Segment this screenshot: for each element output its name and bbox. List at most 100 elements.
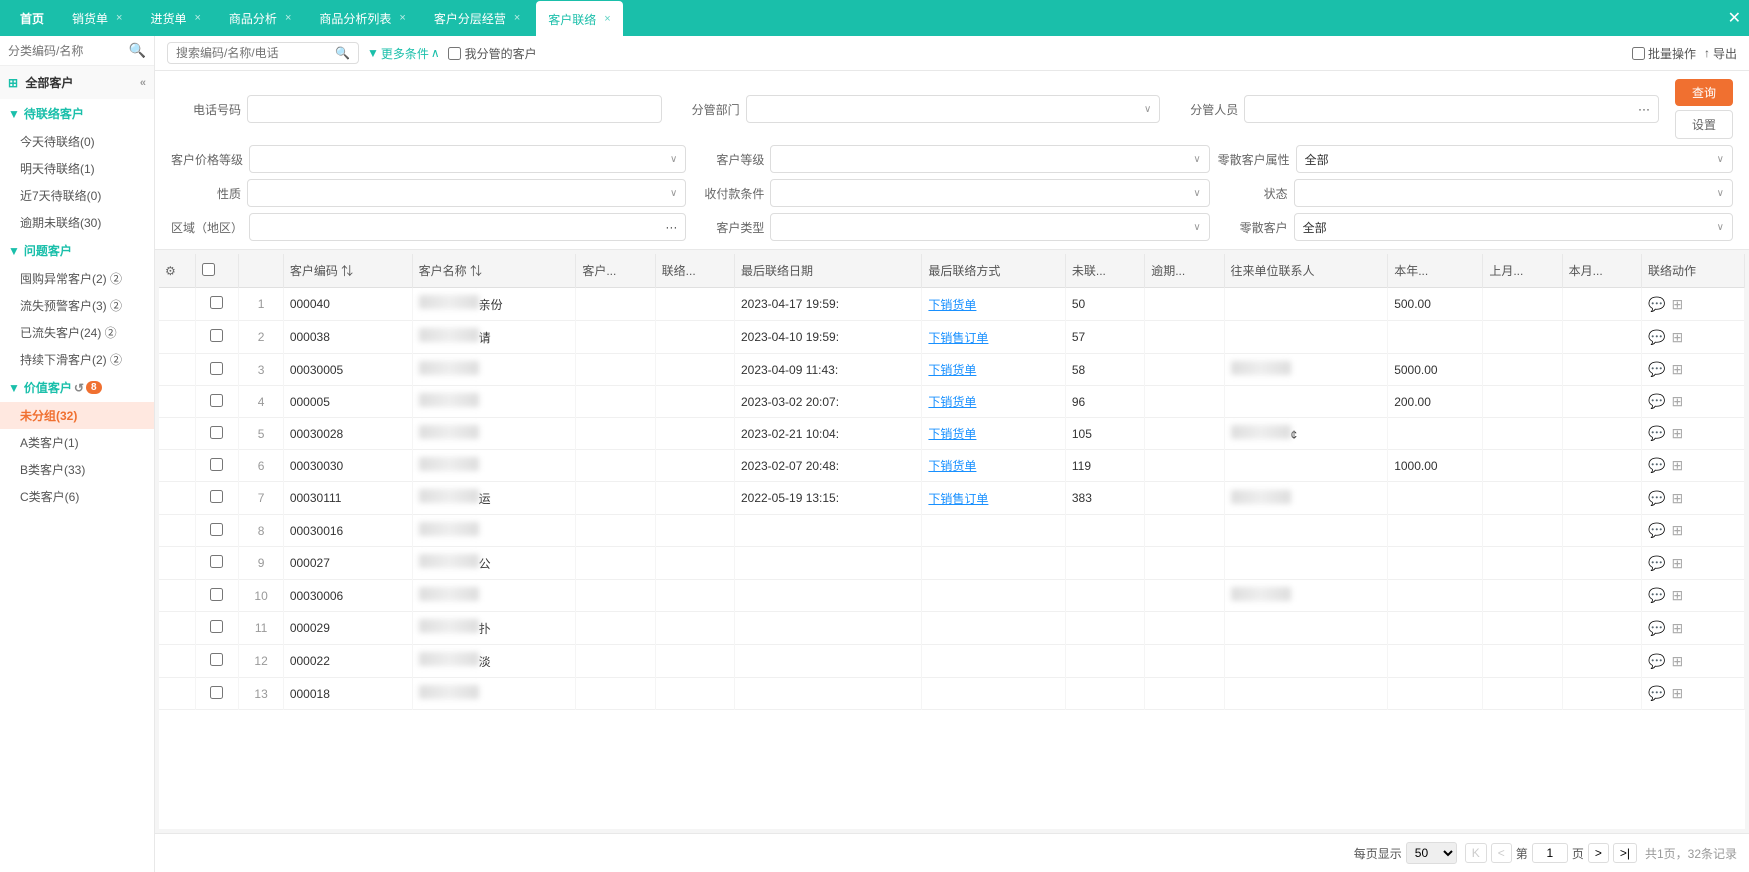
row-checkbox[interactable] (210, 329, 223, 342)
price-level-input[interactable]: ∨ (249, 145, 686, 173)
chat-icon[interactable]: 💬 (1648, 361, 1665, 378)
row-checkbox[interactable] (210, 686, 223, 699)
close-sales-icon[interactable]: × (116, 12, 122, 24)
page-size-select[interactable]: 50 100 (1406, 842, 1457, 864)
sidebar-item-overdue[interactable]: 逾期未联络(30) (0, 209, 154, 236)
customer-level-input[interactable]: ∨ (770, 145, 1209, 173)
row-checkbox[interactable] (210, 523, 223, 536)
chat-icon[interactable]: 💬 (1648, 329, 1665, 346)
last-contact-method[interactable]: 下销货单 (922, 418, 1065, 450)
sidebar-item-declining[interactable]: 持续下滑客户(2) ② (0, 346, 154, 373)
row-checkbox[interactable] (210, 394, 223, 407)
last-method-link[interactable]: 下销货单 (928, 459, 976, 473)
type-th[interactable]: 客户... (576, 254, 655, 288)
reset-button[interactable]: 设置 (1675, 110, 1733, 139)
prev-page-button[interactable]: < (1491, 843, 1512, 863)
grid-action-icon[interactable]: ⊞ (1671, 522, 1683, 539)
last-contact-method[interactable]: 下销货单 (922, 450, 1065, 482)
close-window-icon[interactable]: ✕ (1728, 8, 1741, 28)
grid-action-icon[interactable]: ⊞ (1671, 587, 1683, 604)
all-customers-header[interactable]: ⊞ 全部客户 « (0, 66, 154, 99)
row-checkbox[interactable] (210, 490, 223, 503)
chat-icon[interactable]: 💬 (1648, 555, 1665, 572)
close-customer-tier-icon[interactable]: × (514, 12, 520, 24)
nav-customer-tier[interactable]: 客户分层经营 × (422, 0, 532, 36)
chat-icon[interactable]: 💬 (1648, 620, 1665, 637)
not-contacted-th[interactable]: 未联... (1065, 254, 1144, 288)
code-th[interactable]: 客户编码 ⇅ (283, 254, 412, 288)
chat-icon[interactable]: 💬 (1648, 685, 1665, 702)
mine-checkbox[interactable] (448, 47, 461, 60)
row-checkbox[interactable] (210, 588, 223, 601)
row-checkbox[interactable] (210, 653, 223, 666)
mine-filter[interactable]: 我分管的客户 (448, 45, 537, 62)
refresh-icon[interactable]: ↺ (74, 381, 84, 395)
page-number-input[interactable] (1532, 843, 1568, 863)
sidebar-item-lost[interactable]: 已流失客户(24) ② (0, 319, 154, 346)
close-purchase-icon[interactable]: × (194, 12, 200, 24)
sidebar-pending-section[interactable]: ▼ 待联络客户 (0, 99, 154, 128)
grid-action-icon[interactable]: ⊞ (1671, 329, 1683, 346)
nav-purchase[interactable]: 进货单 × (138, 0, 212, 36)
region-input[interactable]: ··· (249, 213, 686, 241)
grid-action-icon[interactable]: ⊞ (1671, 620, 1683, 637)
grid-action-icon[interactable]: ⊞ (1671, 296, 1683, 313)
chat-icon[interactable]: 💬 (1648, 457, 1665, 474)
batch-op-button[interactable]: 批量操作 (1632, 45, 1696, 62)
sidebar-item-warning[interactable]: 流失预警客户(3) ② (0, 292, 154, 319)
last-contact-method[interactable]: 下销售订单 (922, 482, 1065, 515)
row-checkbox[interactable] (210, 296, 223, 309)
last-month-th[interactable]: 上月... (1483, 254, 1562, 288)
last-method-link[interactable]: 下销货单 (928, 298, 976, 312)
grid-action-icon[interactable]: ⊞ (1671, 685, 1683, 702)
settings-th[interactable]: ⚙ (159, 254, 195, 288)
overdue-th[interactable]: 逾期... (1145, 254, 1224, 288)
this-month-th[interactable]: 本月... (1562, 254, 1641, 288)
select-all-checkbox[interactable] (202, 263, 215, 276)
sidebar-collapse-icon[interactable]: « (140, 77, 146, 89)
first-page-button[interactable]: K (1465, 843, 1487, 863)
last-page-button[interactable]: >| (1613, 843, 1637, 863)
nav-product-list[interactable]: 商品分析列表 × (307, 0, 417, 36)
this-year-th[interactable]: 本年... (1388, 254, 1483, 288)
last-date-th[interactable]: 最后联络日期 (734, 254, 921, 288)
customer-type-input[interactable]: ∨ (770, 213, 1209, 241)
nav-product-analysis[interactable]: 商品分析 × (217, 0, 303, 36)
nav-sales[interactable]: 销货单 × (60, 0, 134, 36)
search-icon[interactable]: 🔍 (335, 46, 350, 60)
chat-icon[interactable]: 💬 (1648, 653, 1665, 670)
sidebar-item-a-class[interactable]: A类客户(1) (0, 429, 154, 456)
grid-action-icon[interactable]: ⊞ (1671, 393, 1683, 410)
sidebar-value-section[interactable]: ▼ 价值客户 ↺ 8 (0, 373, 154, 402)
grid-action-icon[interactable]: ⊞ (1671, 555, 1683, 572)
sidebar-item-7days[interactable]: 近7天待联络(0) (0, 182, 154, 209)
close-customer-contact-icon[interactable]: × (604, 13, 610, 25)
chat-icon[interactable]: 💬 (1648, 522, 1665, 539)
name-th[interactable]: 客户名称 ⇅ (412, 254, 576, 288)
last-method-link[interactable]: 下销售订单 (928, 492, 988, 506)
nav-home[interactable]: 首页 (8, 0, 56, 36)
row-checkbox[interactable] (210, 426, 223, 439)
grid-action-icon[interactable]: ⊞ (1671, 653, 1683, 670)
chat-icon[interactable]: 💬 (1648, 296, 1665, 313)
sidebar-item-tomorrow[interactable]: 明天待联络(1) (0, 155, 154, 182)
row-checkbox[interactable] (210, 555, 223, 568)
contact-th[interactable]: 联络... (655, 254, 734, 288)
chat-icon[interactable]: 💬 (1648, 393, 1665, 410)
last-contact-method[interactable]: 下销货单 (922, 386, 1065, 418)
grid-action-icon[interactable]: ⊞ (1671, 361, 1683, 378)
last-contact-method[interactable]: 下销售订单 (922, 321, 1065, 354)
retail-attr-input[interactable]: 全部 ∨ (1296, 145, 1733, 173)
sidebar-item-abnormal[interactable]: 囤购异常客户(2) ② (0, 265, 154, 292)
last-contact-method[interactable]: 下销货单 (922, 288, 1065, 321)
row-checkbox[interactable] (210, 620, 223, 633)
last-contact-method[interactable]: 下销货单 (922, 354, 1065, 386)
last-method-link[interactable]: 下销货单 (928, 395, 976, 409)
last-method-link[interactable]: 下销货单 (928, 427, 976, 441)
row-checkbox[interactable] (210, 362, 223, 375)
sidebar-search-icon[interactable]: 🔍 (129, 42, 146, 59)
sidebar-item-c-class[interactable]: C类客户(6) (0, 483, 154, 510)
batch-checkbox[interactable] (1632, 47, 1645, 60)
nature-input[interactable]: ∨ (247, 179, 686, 207)
last-method-link[interactable]: 下销售订单 (928, 331, 988, 345)
